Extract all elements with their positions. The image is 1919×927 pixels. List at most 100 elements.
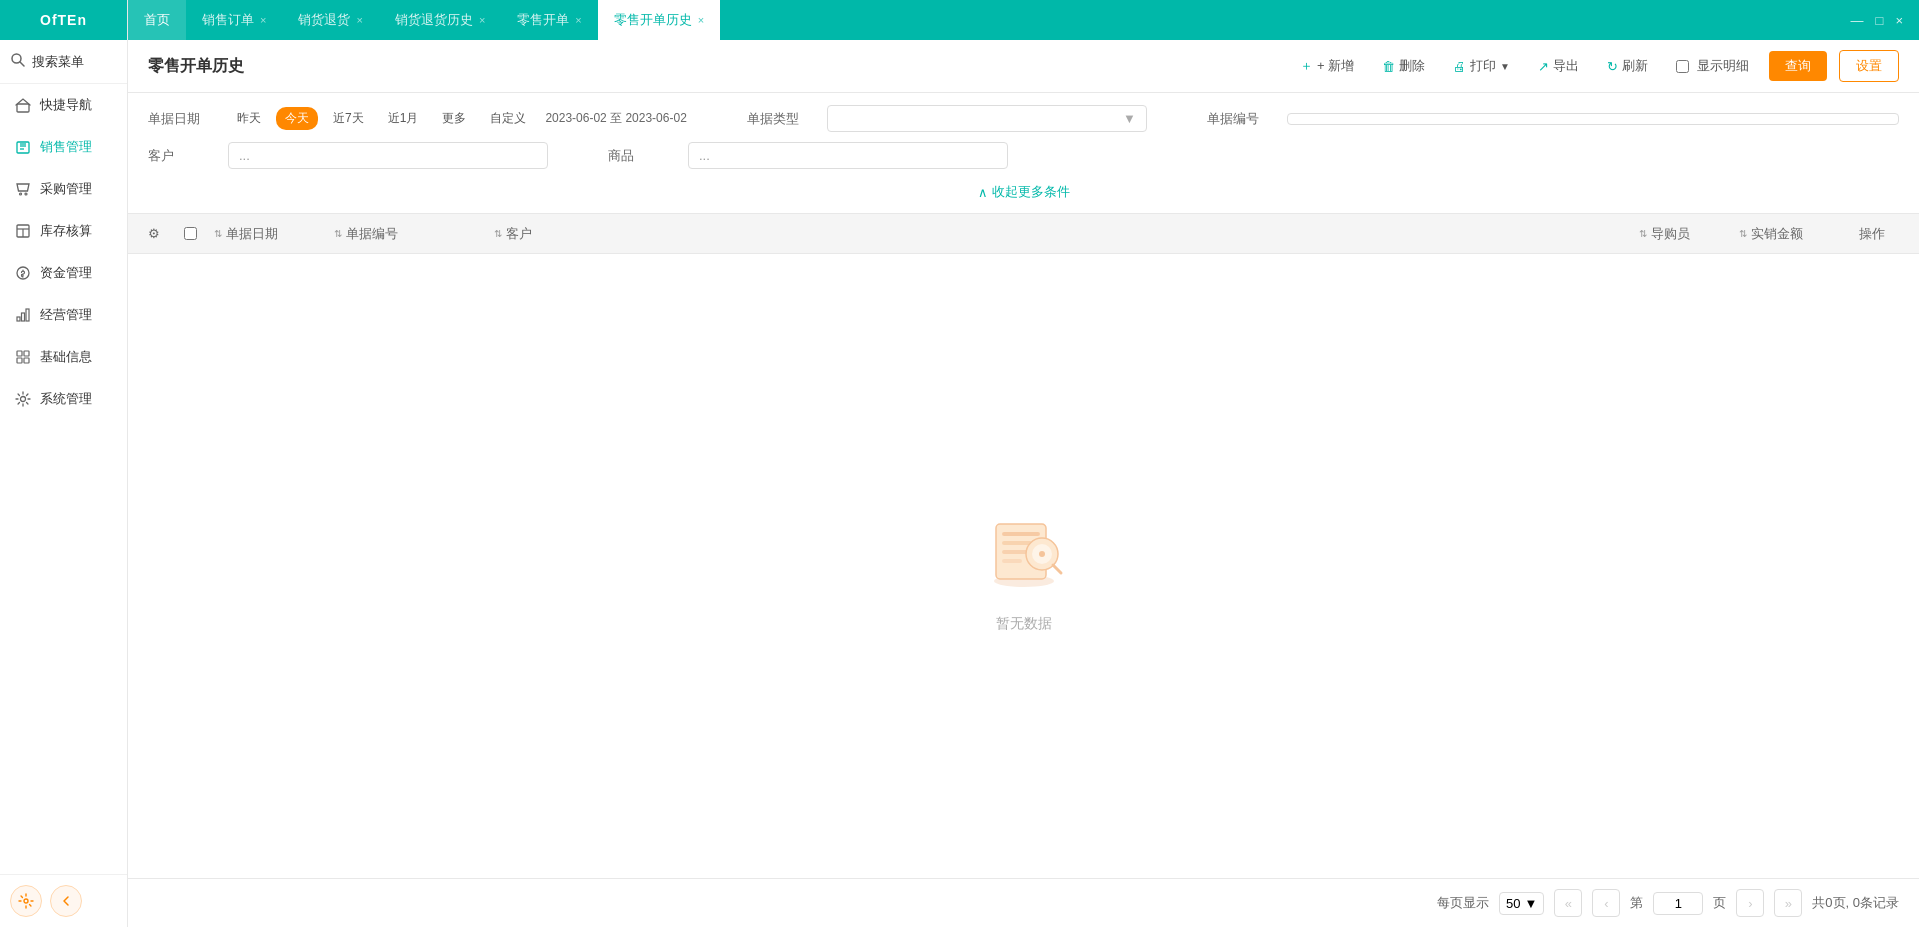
date-btn-yesterday[interactable]: 昨天 bbox=[228, 106, 270, 131]
th-no-sort-icon: ⇅ bbox=[334, 228, 342, 239]
svg-rect-17 bbox=[24, 351, 29, 356]
collapse-button[interactable]: ∧ 收起更多条件 bbox=[978, 183, 1070, 201]
delete-button[interactable]: 🗑 删除 bbox=[1374, 53, 1433, 79]
select-all-checkbox[interactable] bbox=[184, 227, 197, 240]
table-select-all[interactable] bbox=[174, 227, 204, 240]
no-filter-label: 单据编号 bbox=[1207, 110, 1267, 128]
customer-filter-input[interactable]: ... bbox=[228, 142, 548, 169]
tab-home[interactable]: 首页 bbox=[128, 0, 186, 40]
th-action: 操作 bbox=[1849, 225, 1909, 243]
print-button[interactable]: 🖨 打印 ▼ bbox=[1445, 53, 1518, 79]
print-icon: 🖨 bbox=[1453, 59, 1466, 74]
th-customer[interactable]: ⇅ 客户 bbox=[484, 225, 1629, 243]
tab-sales-return[interactable]: 销货退货 × bbox=[282, 0, 378, 40]
search-icon bbox=[10, 52, 26, 71]
th-guide[interactable]: ⇅ 导购员 bbox=[1629, 225, 1729, 243]
first-page-btn[interactable]: « bbox=[1554, 889, 1582, 917]
pagination: 每页显示 50 ▼ « ‹ 第 页 › » 共0页, 0条记录 bbox=[128, 878, 1919, 927]
tab-retail-open[interactable]: 零售开单 × bbox=[501, 0, 597, 40]
display-detail-label: 显示明细 bbox=[1697, 57, 1749, 75]
tab-retail-open-history-close[interactable]: × bbox=[698, 14, 704, 26]
page-input[interactable] bbox=[1653, 892, 1703, 915]
prev-page-btn[interactable]: ‹ bbox=[1592, 889, 1620, 917]
customer-filter-dots: ... bbox=[239, 148, 250, 163]
operations-icon bbox=[14, 306, 32, 324]
per-page-arrow-icon: ▼ bbox=[1524, 896, 1537, 911]
add-button[interactable]: ＋ + 新增 bbox=[1292, 53, 1362, 79]
refresh-label: 刷新 bbox=[1622, 57, 1648, 75]
display-detail-checkbox[interactable] bbox=[1676, 60, 1689, 73]
table-header: ⚙ ⇅ 单据日期 ⇅ 单据编号 ⇅ 客户 ⇅ 导购员 bbox=[128, 214, 1919, 254]
tab-home-label: 首页 bbox=[144, 11, 170, 29]
table-settings-icon[interactable]: ⚙ bbox=[138, 226, 174, 241]
finance-icon bbox=[14, 264, 32, 282]
empty-illustration bbox=[974, 499, 1074, 599]
sidebar-search[interactable]: 搜索菜单 bbox=[0, 40, 127, 84]
tab-sales-return-close[interactable]: × bbox=[356, 14, 362, 26]
date-btn-more[interactable]: 更多 bbox=[433, 106, 475, 131]
sidebar-item-inventory[interactable]: 库存核算 bbox=[0, 210, 127, 252]
svg-rect-13 bbox=[17, 317, 20, 321]
goods-filter-input[interactable]: ... bbox=[688, 142, 1008, 169]
date-btn-custom[interactable]: 自定义 bbox=[481, 106, 535, 131]
filter-row-2: 客户 ... 商品 ... bbox=[148, 142, 1899, 169]
total-info: 共0页, 0条记录 bbox=[1812, 894, 1899, 912]
close-btn[interactable]: × bbox=[1895, 13, 1903, 28]
sidebar-item-sales-mgmt[interactable]: 销售管理 bbox=[0, 126, 127, 168]
add-icon: ＋ bbox=[1300, 57, 1313, 75]
th-date[interactable]: ⇅ 单据日期 bbox=[204, 225, 324, 243]
svg-point-8 bbox=[25, 193, 27, 195]
refresh-icon: ↻ bbox=[1607, 59, 1618, 74]
export-button[interactable]: ↗ 导出 bbox=[1530, 53, 1587, 79]
export-icon: ↗ bbox=[1538, 59, 1549, 74]
th-no[interactable]: ⇅ 单据编号 bbox=[324, 225, 484, 243]
date-btn-today[interactable]: 今天 bbox=[276, 107, 318, 130]
goods-filter-dots: ... bbox=[699, 148, 710, 163]
type-filter-label: 单据类型 bbox=[747, 110, 807, 128]
sidebar-item-finance[interactable]: 资金管理 bbox=[0, 252, 127, 294]
display-detail-button[interactable]: 显示明细 bbox=[1668, 53, 1757, 79]
sidebar-collapse-btn[interactable] bbox=[50, 885, 82, 917]
date-btn-last-month[interactable]: 近1月 bbox=[379, 106, 428, 131]
sidebar-item-operations[interactable]: 经营管理 bbox=[0, 294, 127, 336]
export-label: 导出 bbox=[1553, 57, 1579, 75]
query-button[interactable]: 查询 bbox=[1769, 51, 1827, 81]
settings-button[interactable]: 设置 bbox=[1839, 50, 1899, 82]
per-page-select[interactable]: 50 ▼ bbox=[1499, 892, 1544, 915]
svg-rect-14 bbox=[22, 313, 25, 321]
sidebar-menu: 快捷导航 销售管理 采购管理 bbox=[0, 84, 127, 874]
tab-sales-order[interactable]: 销售订单 × bbox=[186, 0, 282, 40]
query-label: 查询 bbox=[1785, 57, 1811, 75]
sidebar-item-purchase-mgmt[interactable]: 采购管理 bbox=[0, 168, 127, 210]
tab-sales-return-history[interactable]: 销货退货历史 × bbox=[379, 0, 501, 40]
refresh-button[interactable]: ↻ 刷新 bbox=[1599, 53, 1656, 79]
tab-sales-return-history-close[interactable]: × bbox=[479, 14, 485, 26]
type-filter-select[interactable]: ▼ bbox=[827, 105, 1147, 132]
sidebar-bottom bbox=[0, 874, 127, 927]
sales-icon bbox=[14, 138, 32, 156]
sidebar-item-system-mgmt[interactable]: 系统管理 bbox=[0, 378, 127, 420]
date-btn-last7[interactable]: 近7天 bbox=[324, 106, 373, 131]
tab-retail-open-label: 零售开单 bbox=[517, 11, 569, 29]
restore-btn[interactable]: □ bbox=[1876, 13, 1884, 28]
svg-point-20 bbox=[21, 397, 26, 402]
per-page-label: 每页显示 bbox=[1437, 894, 1489, 912]
sidebar-item-quick-nav[interactable]: 快捷导航 bbox=[0, 84, 127, 126]
tab-retail-open-history[interactable]: 零售开单历史 × bbox=[598, 0, 720, 40]
toolbar-actions: ＋ + 新增 🗑 删除 🖨 打印 ▼ ↗ 导出 ↻ bbox=[1292, 50, 1899, 82]
th-date-label: 单据日期 bbox=[226, 225, 278, 243]
last-page-btn[interactable]: » bbox=[1774, 889, 1802, 917]
th-amount[interactable]: ⇅ 实销金额 bbox=[1729, 225, 1849, 243]
tab-sales-order-close[interactable]: × bbox=[260, 14, 266, 26]
filter-area: 单据日期 昨天 今天 近7天 近1月 更多 自定义 2023-06-02 至 2… bbox=[128, 93, 1919, 214]
tab-retail-open-close[interactable]: × bbox=[575, 14, 581, 26]
sidebar-settings-btn[interactable] bbox=[10, 885, 42, 917]
print-label: 打印 bbox=[1470, 57, 1496, 75]
delete-label: 删除 bbox=[1399, 57, 1425, 75]
minimize-btn[interactable]: — bbox=[1851, 13, 1864, 28]
sidebar-item-label: 经营管理 bbox=[40, 306, 92, 324]
sidebar-item-label: 库存核算 bbox=[40, 222, 92, 240]
sidebar-item-basic-info[interactable]: 基础信息 bbox=[0, 336, 127, 378]
no-filter-input[interactable] bbox=[1287, 113, 1899, 125]
next-page-btn[interactable]: › bbox=[1736, 889, 1764, 917]
